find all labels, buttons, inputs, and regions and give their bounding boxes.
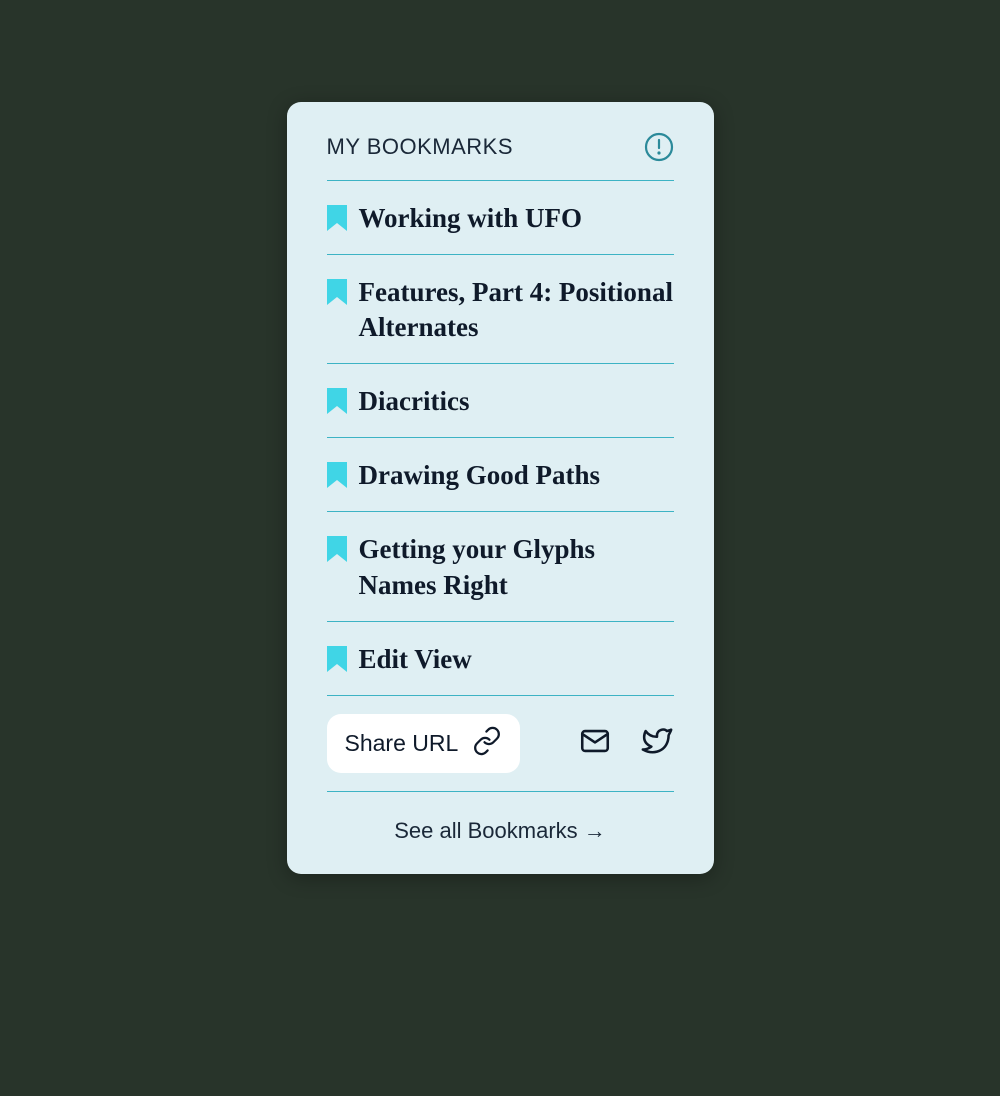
bookmark-icon (327, 388, 347, 414)
bookmark-title: Features, Part 4: Positional Alternates (359, 275, 674, 345)
email-icon (578, 724, 612, 763)
card-footer: See all Bookmarks → (327, 792, 674, 844)
bookmark-title: Edit View (359, 642, 472, 677)
bookmark-icon (327, 205, 347, 231)
share-url-button[interactable]: Share URL (327, 714, 521, 773)
bookmark-icon (327, 646, 347, 672)
share-row: Share URL (327, 696, 674, 792)
bookmark-item[interactable]: Working with UFO (327, 181, 674, 255)
bookmark-item[interactable]: Features, Part 4: Positional Alternates (327, 255, 674, 364)
twitter-icon (640, 724, 674, 763)
bookmark-item[interactable]: Drawing Good Paths (327, 438, 674, 512)
twitter-share-button[interactable] (640, 724, 674, 763)
bookmark-icon (327, 462, 347, 488)
bookmark-title: Diacritics (359, 384, 470, 419)
card-header: MY BOOKMARKS (327, 132, 674, 181)
link-icon (472, 726, 502, 761)
bookmark-item[interactable]: Diacritics (327, 364, 674, 438)
card-title: MY BOOKMARKS (327, 134, 514, 160)
info-icon[interactable] (644, 132, 674, 162)
bookmarks-card: MY BOOKMARKS Working with UFO Features, … (287, 102, 714, 874)
bookmark-icon (327, 279, 347, 305)
see-all-bookmarks-link[interactable]: See all Bookmarks → (394, 818, 606, 843)
bookmark-item[interactable]: Getting your Glyphs Names Right (327, 512, 674, 621)
bookmark-title: Getting your Glyphs Names Right (359, 532, 674, 602)
bookmark-title: Drawing Good Paths (359, 458, 601, 493)
bookmark-icon (327, 536, 347, 562)
email-share-button[interactable] (578, 724, 612, 763)
bookmark-item[interactable]: Edit View (327, 622, 674, 696)
bookmark-title: Working with UFO (359, 201, 583, 236)
share-url-label: Share URL (345, 730, 459, 757)
